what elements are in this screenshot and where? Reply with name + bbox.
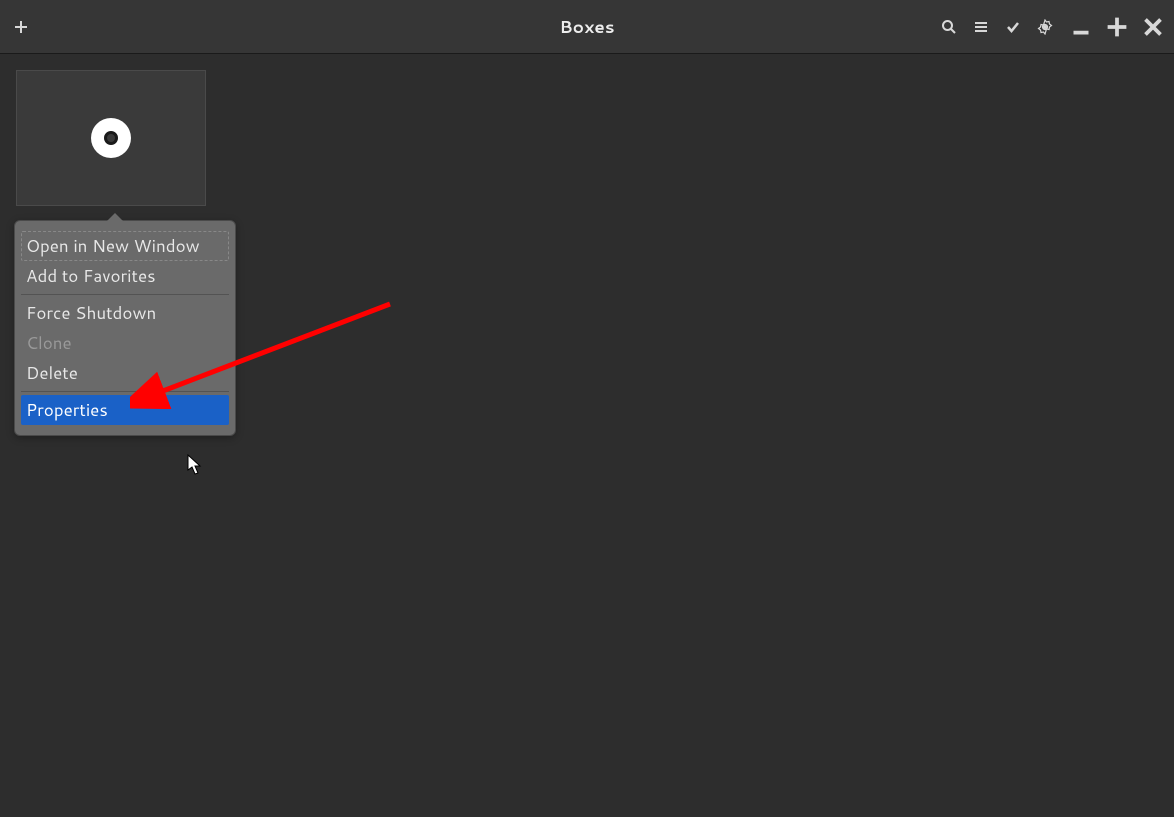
list-view-button[interactable] [966,12,996,42]
check-icon [1005,19,1021,35]
headerbar: Boxes [0,0,1174,54]
content-area: Open in New Window Add to Favorites Forc… [0,54,1174,817]
menu-properties[interactable]: Properties [21,395,229,425]
menu-add-favorites[interactable]: Add to Favorites [21,261,229,291]
mouse-cursor [187,454,203,476]
disc-hole [104,131,118,145]
headerbar-left [6,12,36,42]
close-icon [1138,12,1168,42]
menu-separator [21,294,229,295]
disc-icon [91,118,131,158]
menu-separator [21,391,229,392]
minimize-button[interactable] [1066,12,1096,42]
maximize-button[interactable] [1102,12,1132,42]
maximize-icon [1102,12,1132,42]
context-menu: Open in New Window Add to Favorites Forc… [14,220,236,436]
app-title: Boxes [559,15,614,39]
minimize-icon [1066,12,1096,42]
search-icon [941,19,957,35]
menu-open-new-window[interactable]: Open in New Window [21,231,229,261]
list-icon [973,19,989,35]
settings-button[interactable] [1030,12,1060,42]
plus-icon [13,19,29,35]
search-button[interactable] [934,12,964,42]
select-button[interactable] [998,12,1028,42]
gear-icon [1037,19,1053,35]
headerbar-right [934,12,1168,42]
close-button[interactable] [1138,12,1168,42]
menu-delete[interactable]: Delete [21,358,229,388]
menu-force-shutdown[interactable]: Force Shutdown [21,298,229,328]
menu-clone: Clone [21,328,229,358]
new-button[interactable] [6,12,36,42]
vm-thumbnail[interactable] [16,70,206,206]
